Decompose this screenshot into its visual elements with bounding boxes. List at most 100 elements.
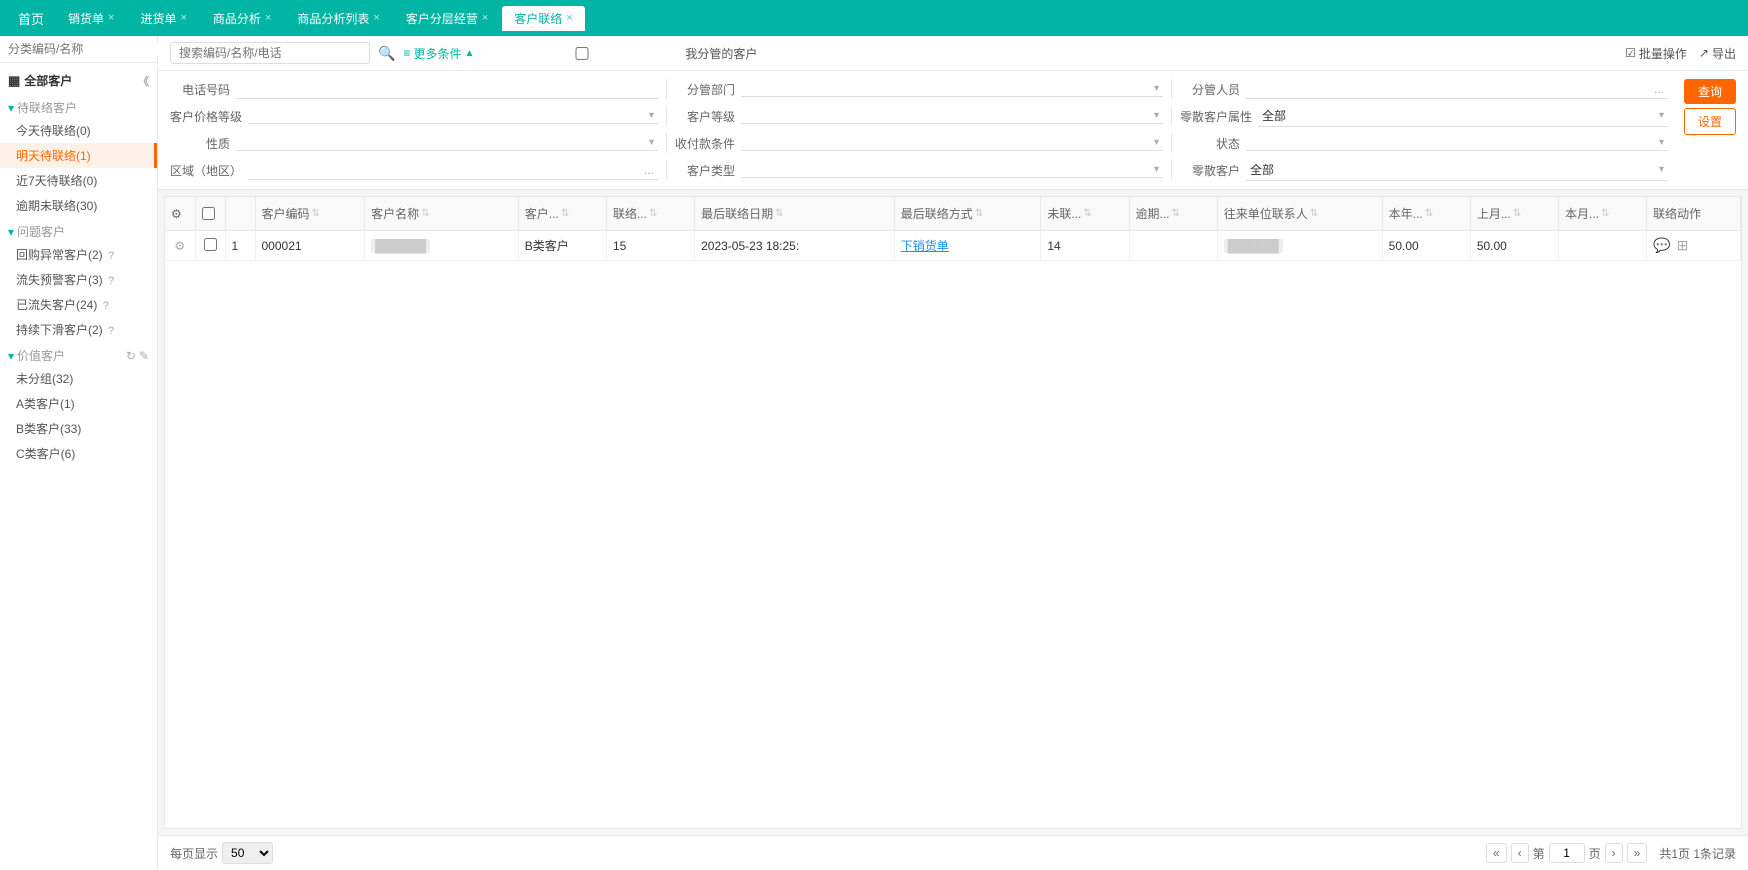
td-checkbox[interactable]	[195, 231, 225, 261]
sidebar-item-a-class[interactable]: A类客户(1)	[0, 391, 157, 416]
filter-region-select[interactable]: ...	[248, 161, 658, 180]
th-uncontacted[interactable]: 未联... ⇅	[1041, 197, 1129, 231]
nav-home[interactable]: 首页	[8, 5, 54, 32]
nav-tab-close-4[interactable]: ×	[482, 12, 488, 24]
th-last-contact-method[interactable]: 最后联络方式 ⇅	[894, 197, 1041, 231]
filter-phone-input[interactable]	[236, 80, 658, 99]
filter-person-dotdot[interactable]: ...	[1654, 82, 1664, 96]
nav-tab-5[interactable]: 客户联络 ×	[502, 6, 584, 31]
filter-field-customer-level: 客户等级 ▾	[675, 108, 1163, 125]
per-page-select[interactable]: 50 100 200	[222, 842, 273, 864]
sidebar-all-customers[interactable]: ▦ 全部客户 《	[0, 67, 157, 94]
td-last-contact-method[interactable]: 下销货单	[894, 231, 1041, 261]
filter-nature-select[interactable]: ▾	[236, 135, 658, 151]
last-page-button[interactable]: »	[1627, 843, 1648, 863]
filter-region-dotdot[interactable]: ...	[644, 163, 654, 177]
nav-tab-close-1[interactable]: ×	[180, 12, 186, 24]
my-customers-checkbox[interactable]	[482, 47, 682, 60]
sidebar-all-customers-label: 全部客户	[24, 72, 72, 89]
next-page-button[interactable]: ›	[1605, 843, 1623, 863]
th-overdue-label: 逾期...	[1136, 205, 1170, 222]
filter-status-select[interactable]: ▾	[1246, 135, 1668, 151]
page-number-input[interactable]	[1549, 843, 1585, 863]
sidebar-refresh-icon[interactable]: ↻	[126, 349, 136, 363]
filter-label-payment: 收付款条件	[675, 135, 735, 152]
th-gear[interactable]: ⚙	[165, 197, 195, 231]
td-gear[interactable]: ⚙	[165, 231, 195, 261]
sidebar-item-today[interactable]: 今天待联络(0)	[0, 118, 157, 143]
filter-retail-cust-select[interactable]: 全部 ▾	[1246, 159, 1668, 181]
th-last-contact-date[interactable]: 最后联络日期 ⇅	[695, 197, 895, 231]
th-customer-code[interactable]: 客户编码 ⇅	[255, 197, 365, 231]
sidebar-search-input[interactable]	[8, 42, 163, 56]
comment-action-icon[interactable]: 💬	[1653, 237, 1670, 254]
th-this-year[interactable]: 本年... ⇅	[1382, 197, 1470, 231]
search-input[interactable]	[170, 42, 370, 64]
nav-tab-close-2[interactable]: ×	[265, 12, 271, 24]
row-checkbox[interactable]	[204, 238, 217, 251]
filter-field-cust-type: 客户类型 ▾	[675, 162, 1163, 179]
filter-dept-select[interactable]: ▾	[741, 81, 1163, 97]
nav-tab-2[interactable]: 商品分析 ×	[201, 6, 283, 31]
more-conditions-button[interactable]: ≡ 更多条件 ▲	[403, 45, 474, 62]
th-customer-name[interactable]: 客户名称 ⇅	[365, 197, 519, 231]
nav-tab-label-2: 商品分析	[213, 10, 261, 27]
filter-person-select[interactable]: ...	[1246, 80, 1668, 99]
th-last-month[interactable]: 上月... ⇅	[1470, 197, 1558, 231]
td-customer-code: 000021	[255, 231, 365, 261]
th-checkbox[interactable]	[195, 197, 225, 231]
select-all-checkbox[interactable]	[202, 207, 215, 220]
sidebar-section-pending-label: 待联络客户	[17, 99, 77, 116]
nav-tab-close-5[interactable]: ×	[566, 12, 572, 24]
th-overdue[interactable]: 逾期... ⇅	[1129, 197, 1217, 231]
sidebar-item-week[interactable]: 近7天待联络(0)	[0, 168, 157, 193]
th-customer-type[interactable]: 客户... ⇅	[518, 197, 606, 231]
nav-tab-4[interactable]: 客户分层经营 ×	[394, 6, 500, 31]
nav-tab-close-0[interactable]: ×	[108, 12, 114, 24]
sidebar-edit-icon[interactable]: ✎	[139, 349, 149, 363]
filter-payment-select[interactable]: ▾	[741, 135, 1163, 151]
filter-cust-type-select[interactable]: ▾	[741, 162, 1163, 178]
th-last-month-label: 上月...	[1477, 205, 1511, 222]
sidebar-item-b-class[interactable]: B类客户(33)	[0, 416, 157, 441]
sort-icon-overdue: ⇅	[1172, 208, 1180, 219]
sidebar-item-churned[interactable]: 已流失客户(24) ?	[0, 292, 157, 317]
search-button[interactable]: 🔍	[378, 45, 395, 62]
batch-operation-button[interactable]: ☑ 批量操作	[1625, 45, 1687, 62]
sidebar-item-c-class[interactable]: C类客户(6)	[0, 441, 157, 466]
sidebar-item-overdue[interactable]: 逾期未联络(30)	[0, 193, 157, 218]
sidebar-collapse-icon[interactable]: 《	[138, 73, 149, 89]
filter-row-3: 性质 ▾ 收付款条件 ▾	[170, 133, 1668, 153]
sidebar-item-tomorrow[interactable]: 明天待联络(1)	[0, 143, 157, 168]
first-page-button[interactable]: «	[1486, 843, 1507, 863]
sidebar-item-repurchase-abnormal[interactable]: 回购异常客户(2) ?	[0, 242, 157, 267]
nav-tab-close-3[interactable]: ×	[373, 12, 379, 24]
customer-name-blurred: ██████	[371, 239, 430, 253]
sidebar-item-ungrouped[interactable]: 未分组(32)	[0, 366, 157, 391]
setting-button[interactable]: 设置	[1684, 108, 1736, 135]
grid-action-icon[interactable]: ⊞	[1677, 237, 1689, 254]
filter-price-level-select[interactable]: ▾	[248, 108, 658, 124]
prev-page-button[interactable]: ‹	[1511, 843, 1529, 863]
nav-tab-3[interactable]: 商品分析列表 ×	[285, 6, 391, 31]
td-overdue	[1129, 231, 1217, 261]
filter-field-retail-attr: 零散客户属性 全部 ▾	[1180, 105, 1668, 127]
sidebar-item-declining[interactable]: 持续下滑客户(2) ?	[0, 317, 157, 342]
nav-tab-1[interactable]: 进货单 ×	[128, 6, 198, 31]
th-unit-contact[interactable]: 往来单位联系人 ⇅	[1217, 197, 1382, 231]
sort-icon-name: ⇅	[421, 208, 429, 219]
query-button[interactable]: 查询	[1684, 79, 1736, 104]
nav-tab-0[interactable]: 销货单 ×	[56, 6, 126, 31]
sidebar-item-churn-warning[interactable]: 流失预警客户(3) ?	[0, 267, 157, 292]
export-button[interactable]: ↗ 导出	[1699, 45, 1736, 62]
contact-method-link[interactable]: 下销货单	[901, 239, 949, 253]
th-this-month[interactable]: 本月... ⇅	[1559, 197, 1647, 231]
filter-retail-attr-select[interactable]: 全部 ▾	[1258, 105, 1668, 127]
sidebar-content: ▦ 全部客户 《 ▾ 待联络客户 今天待联络(0) 明天待联络(1) 近7天待联…	[0, 63, 157, 870]
my-customers-filter[interactable]: 我分管的客户	[482, 45, 757, 62]
th-contact-count[interactable]: 联络... ⇅	[606, 197, 694, 231]
th-action-label: 联络动作	[1653, 205, 1701, 222]
filter-divider-3	[666, 106, 667, 126]
filter-divider-2	[1171, 79, 1172, 99]
filter-customer-level-select[interactable]: ▾	[741, 108, 1163, 124]
